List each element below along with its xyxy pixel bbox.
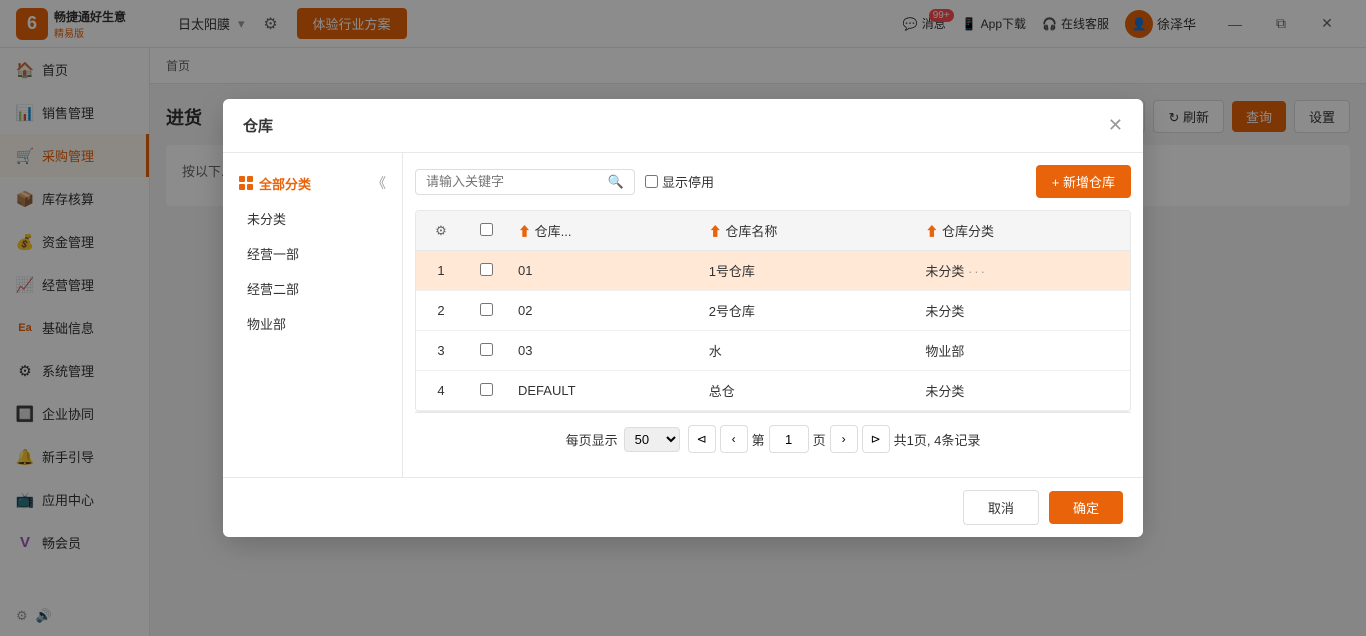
table-row[interactable]: 4 DEFAULT 总仓 未分类: [416, 371, 1130, 411]
last-page-button[interactable]: ⊳: [862, 425, 890, 453]
table-row[interactable]: 2 02 2号仓库 未分类: [416, 291, 1130, 331]
modal-header: 仓库 ✕: [223, 99, 1143, 153]
page-size-control: 每页显示 10 20 50 100: [566, 427, 680, 452]
search-input[interactable]: [426, 174, 602, 189]
modal-overlay: 仓库 ✕ 全部分类 《: [0, 0, 1366, 636]
sort-icon: ⬆: [518, 224, 531, 239]
row-check[interactable]: [466, 371, 506, 411]
row-code: DEFAULT: [506, 371, 697, 411]
th-settings[interactable]: ⚙: [416, 211, 466, 251]
select-all-checkbox[interactable]: [480, 223, 493, 236]
modal-body: 全部分类 《 未分类 经营一部 经营二部 物业部 🔍: [223, 153, 1143, 477]
row-category: 物业部: [913, 331, 1130, 371]
cat-item-dept1[interactable]: 经营一部: [223, 236, 402, 271]
row-check[interactable]: [466, 291, 506, 331]
table-header-row: ⚙ ⬆ 仓库... ⬆ 仓库名称: [416, 211, 1130, 251]
th-code: ⬆ 仓库...: [506, 211, 697, 251]
th-category: ⬆ 仓库分类: [913, 211, 1130, 251]
cat-item-unclassified[interactable]: 未分类: [223, 201, 402, 236]
th-code-label: 仓库...: [535, 224, 572, 239]
warehouse-table: ⚙ ⬆ 仓库... ⬆ 仓库名称: [416, 211, 1130, 411]
show-disabled-text: 显示停用: [662, 172, 714, 191]
category-sidebar: 全部分类 《 未分类 经营一部 经营二部 物业部: [223, 153, 403, 477]
row-code: 02: [506, 291, 697, 331]
row-name: 水: [697, 331, 914, 371]
category-collapse-button[interactable]: 《: [372, 173, 386, 193]
row-num: 3: [416, 331, 466, 371]
total-info: 共1页, 4条记录: [894, 430, 981, 449]
row-category: 未分类 ···: [913, 251, 1130, 291]
cat-item-dept2[interactable]: 经营二部: [223, 271, 402, 306]
grid-icon: [239, 176, 253, 190]
modal-title: 仓库: [243, 115, 273, 136]
page-input[interactable]: [769, 425, 809, 453]
row-category: 未分类: [913, 371, 1130, 411]
page-label: 第: [752, 430, 765, 449]
add-warehouse-button[interactable]: + 新增仓库: [1036, 165, 1131, 198]
table-row[interactable]: 3 03 水 物业部: [416, 331, 1130, 371]
search-icon: 🔍: [608, 174, 624, 190]
modal-toolbar: 🔍 显示停用 + 新增仓库: [415, 165, 1131, 198]
first-page-button[interactable]: ⊲: [688, 425, 716, 453]
row-name: 总仓: [697, 371, 914, 411]
row-num: 1: [416, 251, 466, 291]
cat-item-property[interactable]: 物业部: [223, 306, 402, 341]
modal-close-button[interactable]: ✕: [1108, 115, 1123, 136]
pagination: 每页显示 10 20 50 100 ⊲ ‹ 第 页: [415, 412, 1131, 465]
more-dots-1[interactable]: ···: [968, 264, 987, 279]
per-page-select[interactable]: 10 20 50 100: [624, 427, 680, 452]
category-header: 全部分类 《: [223, 165, 402, 201]
row-code: 03: [506, 331, 697, 371]
row-category: 未分类: [913, 291, 1130, 331]
search-box: 🔍: [415, 169, 635, 195]
th-checkbox: [466, 211, 506, 251]
category-title: 全部分类: [239, 174, 311, 193]
warehouse-table-wrapper: ⚙ ⬆ 仓库... ⬆ 仓库名称: [415, 210, 1131, 412]
per-page-label: 每页显示: [566, 430, 618, 449]
row-name: 2号仓库: [697, 291, 914, 331]
next-page-button[interactable]: ›: [830, 425, 858, 453]
category-title-text: 全部分类: [259, 174, 311, 193]
row-check[interactable]: [466, 251, 506, 291]
th-cat-sort-icon: ⬆: [925, 224, 938, 239]
th-name: ⬆ 仓库名称: [697, 211, 914, 251]
table-row[interactable]: 1 01 1号仓库 未分类 ···: [416, 251, 1130, 291]
row-code: 01: [506, 251, 697, 291]
row-check[interactable]: [466, 331, 506, 371]
row-num: 2: [416, 291, 466, 331]
page-unit: 页: [813, 430, 826, 449]
th-name-sort-icon: ⬆: [709, 224, 722, 239]
cancel-button[interactable]: 取消: [963, 490, 1039, 525]
th-name-label: 仓库名称: [725, 224, 777, 239]
warehouse-modal: 仓库 ✕ 全部分类 《: [223, 99, 1143, 537]
show-disabled-checkbox[interactable]: [645, 175, 658, 188]
show-disabled-label[interactable]: 显示停用: [645, 172, 714, 191]
page-navigation: ⊲ ‹ 第 页 › ⊳ 共1页, 4条记录: [688, 425, 981, 453]
th-cat-label: 仓库分类: [942, 224, 994, 239]
modal-content-area: 🔍 显示停用 + 新增仓库 ⚙: [403, 153, 1143, 477]
row-num: 4: [416, 371, 466, 411]
row-name: 1号仓库: [697, 251, 914, 291]
confirm-button[interactable]: 确定: [1049, 491, 1123, 524]
prev-page-button[interactable]: ‹: [720, 425, 748, 453]
modal-footer: 取消 确定: [223, 477, 1143, 537]
